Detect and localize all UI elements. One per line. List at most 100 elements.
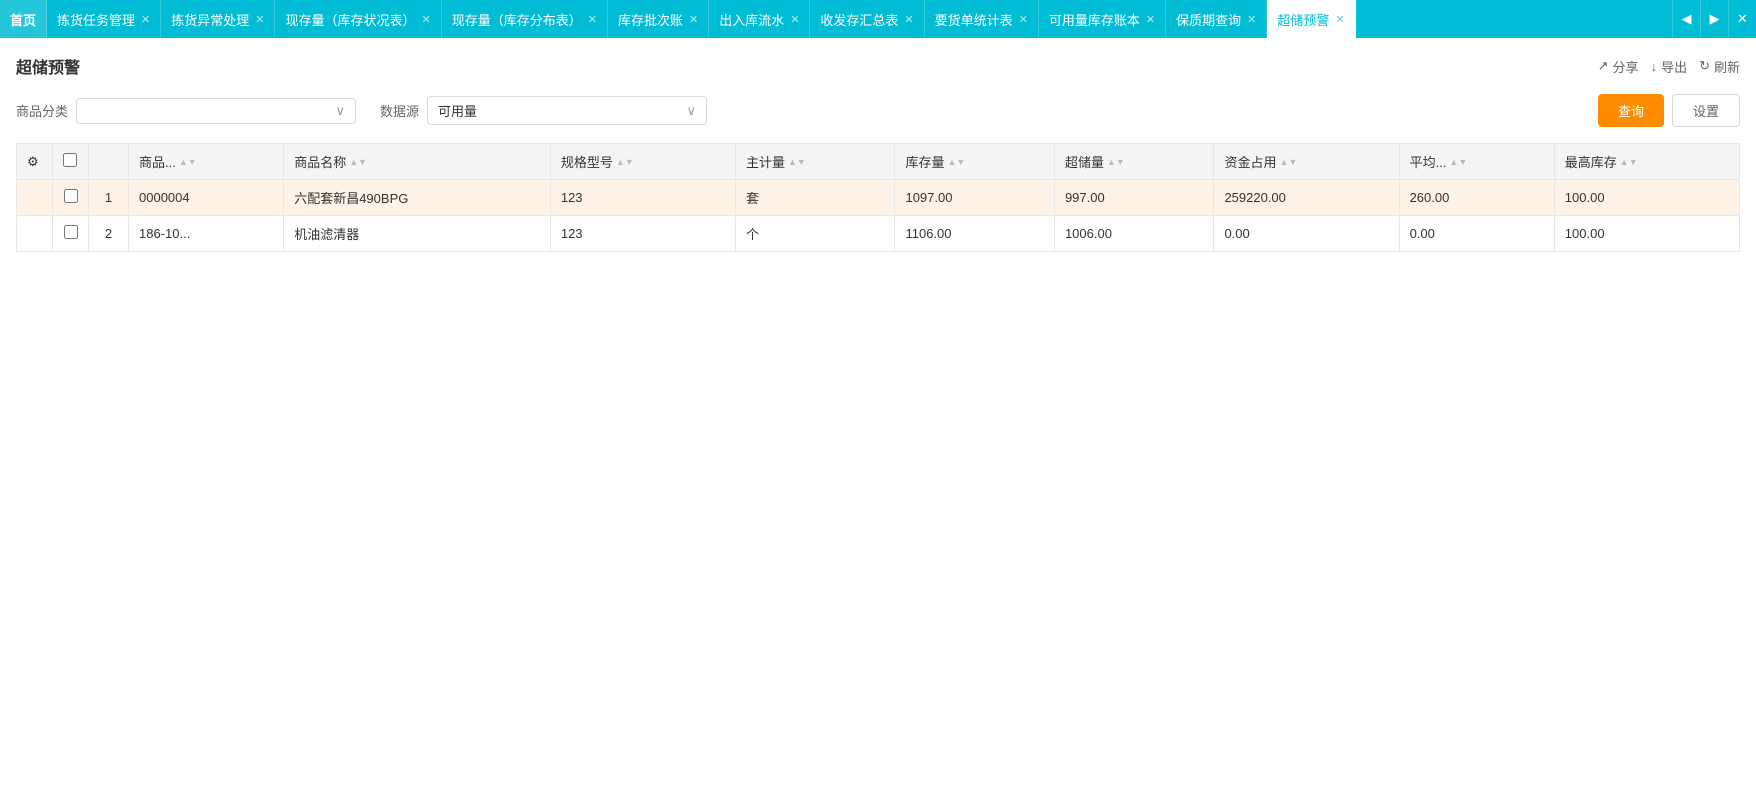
nav-available-account-close[interactable]: ✕ [1146,13,1155,26]
th-avg[interactable]: 平均... ▲▼ [1399,144,1554,180]
avg-cell: 0.00 [1399,216,1554,252]
sort-icon: ▲▼ [179,157,197,167]
sort-icon6: ▲▼ [1107,157,1125,167]
data-source-chevron-icon: ∨ [687,103,697,119]
nav-inout-flow[interactable]: 出入库流水 ✕ [709,0,810,38]
unit-cell: 套 [735,180,894,216]
nav-stock-status-label: 现存量（库存状况表） [285,10,415,29]
row-checkbox[interactable] [64,189,78,203]
max-stock-cell: 100.00 [1554,180,1739,216]
nav-exception[interactable]: 拣货异常处理 ✕ [161,0,275,38]
nav-available-account-label: 可用量库存账本 [1049,10,1140,29]
th-capital[interactable]: 资金占用 ▲▼ [1214,144,1399,180]
checkbox-column-header [53,144,89,180]
nav-task-management-label: 拣货任务管理 [57,10,135,29]
product-category-select[interactable]: ∨ [76,98,356,124]
nav-stock-distribution[interactable]: 现存量（库存分布表） ✕ [442,0,608,38]
nav-task-management[interactable]: 拣货任务管理 ✕ [47,0,161,38]
product-category-filter: 商品分类 ∨ [16,98,356,124]
gear-column-header: ⚙ [17,144,53,180]
nav-exception-close[interactable]: ✕ [255,13,264,26]
nav-order-stats[interactable]: 要货单统计表 ✕ [925,0,1039,38]
nav-order-stats-close[interactable]: ✕ [1019,13,1028,26]
th-unit[interactable]: 主计量 ▲▼ [735,144,894,180]
header-actions: ↗ 分享 ↓ 导出 ↻ 刷新 [1598,57,1740,76]
settings-button[interactable]: 设置 [1672,94,1740,127]
nav-next-arrow[interactable]: ▶ [1700,0,1728,38]
nav-stock-distribution-close[interactable]: ✕ [588,13,597,26]
sort-icon2: ▲▼ [349,157,367,167]
gear-icon[interactable]: ⚙ [27,154,39,169]
th-spec[interactable]: 规格型号 ▲▼ [550,144,735,180]
sort-icon7: ▲▼ [1279,157,1297,167]
max-stock-sort[interactable]: 最高库存 ▲▼ [1565,152,1638,171]
nav-expiry-query-close[interactable]: ✕ [1247,13,1256,26]
capital-sort[interactable]: 资金占用 ▲▼ [1224,152,1297,171]
data-source-filter: 数据源 可用量 ∨ [380,96,707,125]
th-stock[interactable]: 库存量 ▲▼ [895,144,1054,180]
product-name-sort[interactable]: 商品名称 ▲▼ [294,152,367,171]
th-max-stock[interactable]: 最高库存 ▲▼ [1554,144,1739,180]
th-product-name[interactable]: 商品名称 ▲▼ [284,144,551,180]
nav-recv-summary[interactable]: 收发存汇总表 ✕ [810,0,924,38]
nav-order-stats-label: 要货单统计表 [935,10,1013,29]
nav-task-management-close[interactable]: ✕ [141,13,150,26]
nav-exception-label: 拣货异常处理 [171,10,249,29]
nav-overstock-warning-close[interactable]: ✕ [1335,13,1344,26]
export-button[interactable]: ↓ 导出 [1651,57,1688,76]
max-stock-cell: 100.00 [1554,216,1739,252]
product-name-cell: 六配套新昌490BPG [284,180,551,216]
product-code-sort[interactable]: 商品... ▲▼ [139,152,197,171]
nav-stock-status-close[interactable]: ✕ [422,13,431,26]
nav-available-account[interactable]: 可用量库存账本 ✕ [1039,0,1166,38]
unit-sort[interactable]: 主计量 ▲▼ [746,152,806,171]
sort-icon5: ▲▼ [947,157,965,167]
over-stock-sort[interactable]: 超储量 ▲▼ [1065,152,1125,171]
query-button[interactable]: 查询 [1598,94,1664,127]
nav-home[interactable]: 首页 [0,0,47,38]
stock-sort[interactable]: 库存量 ▲▼ [905,152,965,171]
data-table: ⚙ 商品... ▲▼ 商品名称 ▲▼ [16,143,1740,252]
capital-cell: 259220.00 [1214,180,1399,216]
nav-overstock-warning[interactable]: 超储预警 ✕ [1267,0,1355,38]
nav-batch-account-close[interactable]: ✕ [689,13,698,26]
nav-expiry-query-label: 保质期查询 [1176,10,1241,29]
spec-cell: 123 [550,216,735,252]
nav-overstock-warning-label: 超储预警 [1277,10,1329,29]
nav-recv-summary-close[interactable]: ✕ [904,13,913,26]
product-code-cell: 186-10... [129,216,284,252]
nav-batch-account[interactable]: 库存批次账 ✕ [608,0,709,38]
nav-expiry-query[interactable]: 保质期查询 ✕ [1166,0,1267,38]
sort-icon4: ▲▼ [788,157,806,167]
nav-close-arrow[interactable]: ✕ [1728,0,1756,38]
share-button[interactable]: ↗ 分享 [1598,57,1639,76]
table-header-row: ⚙ 商品... ▲▼ 商品名称 ▲▼ [17,144,1740,180]
page-header: 超储预警 ↗ 分享 ↓ 导出 ↻ 刷新 [16,54,1740,78]
refresh-button[interactable]: ↻ 刷新 [1699,57,1740,76]
nav-inout-flow-close[interactable]: ✕ [790,13,799,26]
nav-stock-status[interactable]: 现存量（库存状况表） ✕ [275,0,441,38]
refresh-icon: ↻ [1699,58,1710,74]
row-checkbox[interactable] [64,225,78,239]
th-product-code[interactable]: 商品... ▲▼ [129,144,284,180]
over-stock-cell: 997.00 [1054,180,1213,216]
data-source-value: 可用量 [438,101,477,120]
product-code-cell: 0000004 [129,180,284,216]
filter-row: 商品分类 ∨ 数据源 可用量 ∨ 查询 设置 [16,94,1740,127]
data-source-select[interactable]: 可用量 ∨ [427,96,707,125]
top-nav: 首页 拣货任务管理 ✕ 拣货异常处理 ✕ 现存量（库存状况表） ✕ 现存量（库存… [0,0,1756,38]
select-all-checkbox[interactable] [63,153,77,167]
nav-prev-arrow[interactable]: ◀ [1672,0,1700,38]
share-icon: ↗ [1598,58,1609,74]
spec-sort[interactable]: 规格型号 ▲▼ [561,152,634,171]
nav-batch-account-label: 库存批次账 [618,10,683,29]
export-icon: ↓ [1651,59,1658,74]
stock-cell: 1097.00 [895,180,1054,216]
product-name-cell: 机油滤清器 [284,216,551,252]
over-stock-cell: 1006.00 [1054,216,1213,252]
filter-actions: 查询 设置 [1598,94,1740,127]
th-over-stock[interactable]: 超储量 ▲▼ [1054,144,1213,180]
avg-sort[interactable]: 平均... ▲▼ [1410,152,1468,171]
table-row: 2186-10...机油滤清器123个1106.001006.000.000.0… [17,216,1740,252]
capital-cell: 0.00 [1214,216,1399,252]
